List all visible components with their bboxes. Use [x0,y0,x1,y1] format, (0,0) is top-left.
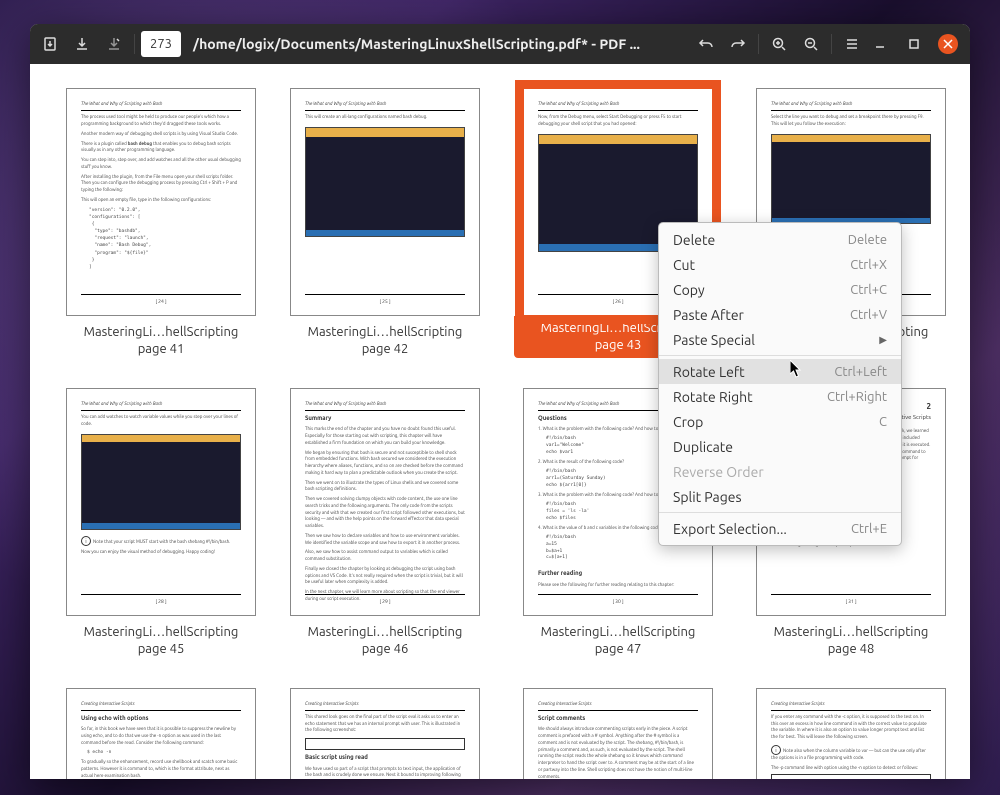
zoom-out-icon[interactable] [797,30,825,58]
thumbnail[interactable]: The What and Why of Scripting with Bash … [66,388,256,658]
cursor-icon [790,360,804,378]
ctx-paste-special[interactable]: Paste Special▶ [659,327,901,352]
thumbnail-caption: MasteringLi…hellScriptingpage 46 [308,624,463,658]
thumbnail-caption: MasteringLi…hellScriptingpage 47 [541,624,696,658]
page-preview: Creating Interactive Scripts Using echo … [66,688,256,779]
page-preview: Creating Interactive Scripts If you ente… [756,688,946,779]
chevron-right-icon: ▶ [879,334,887,346]
ctx-copy[interactable]: CopyCtrl+C [659,277,901,302]
thumbnail[interactable]: The What and Why of Scripting with Bash … [290,388,480,658]
thumbnail[interactable]: The What and Why of Scripting with Bash … [66,88,256,358]
thumbnail[interactable]: Creating Interactive Scripts Script comm… [514,688,722,779]
ctx-duplicate[interactable]: Duplicate [659,434,901,459]
ctx-cut[interactable]: CutCtrl+X [659,252,901,277]
thumbnail[interactable]: The What and Why of Scripting with Bash … [290,88,480,358]
import-icon[interactable] [36,30,64,58]
menu-icon[interactable] [838,30,866,58]
page-number-input[interactable] [141,31,181,57]
ctx-crop[interactable]: CropC [659,409,901,434]
redo-icon[interactable] [724,30,752,58]
thumbnail[interactable]: Creating Interactive Scripts This shared… [290,688,480,779]
context-menu: DeleteDelete CutCtrl+X CopyCtrl+C Paste … [658,222,902,546]
page-preview: The What and Why of Scripting with Bash … [66,388,256,616]
thumbnail-caption: MasteringLi…hellScriptingpage 45 [84,624,239,658]
window-title: /home/logix/Documents/MasteringLinuxShel… [185,36,688,52]
titlebar: /home/logix/Documents/MasteringLinuxShel… [30,24,970,64]
page-preview: Creating Interactive Scripts This shared… [290,688,480,779]
thumbnail[interactable]: Creating Interactive Scripts Using echo … [66,688,256,779]
page-preview: The What and Why of Scripting with Bash … [290,88,480,316]
ctx-split-pages[interactable]: Split Pages [659,484,901,509]
thumbnail-caption: MasteringLi…hellScriptingpage 41 [84,324,239,358]
thumbnail-caption: MasteringLi…hellScriptingpage 42 [308,324,463,358]
thumbnail-caption: MasteringLi…hellScriptingpage 48 [774,624,929,658]
thumbnail[interactable]: Creating Interactive Scripts If you ente… [756,688,946,779]
ctx-separator [659,512,901,513]
ctx-delete[interactable]: DeleteDelete [659,227,901,252]
ctx-paste-after[interactable]: Paste AfterCtrl+V [659,302,901,327]
ctx-reverse-order: Reverse Order [659,459,901,484]
ctx-rotate-left[interactable]: Rotate LeftCtrl+Left [659,359,901,384]
close-button[interactable] [938,34,958,54]
page-preview: The What and Why of Scripting with Bash … [290,388,480,616]
page-preview: The What and Why of Scripting with Bash … [66,88,256,316]
window-controls [870,34,958,54]
minimize-button[interactable] [870,34,890,54]
page-preview: Creating Interactive Scripts Script comm… [523,688,713,779]
ctx-export-selection[interactable]: Export Selection...Ctrl+E [659,516,901,541]
undo-icon[interactable] [692,30,720,58]
toolbar-separator [134,34,135,54]
ctx-rotate-right[interactable]: Rotate RightCtrl+Right [659,384,901,409]
ctx-separator [659,355,901,356]
save-icon[interactable] [68,30,96,58]
save-as-icon[interactable] [100,30,128,58]
maximize-button[interactable] [904,34,924,54]
zoom-in-icon[interactable] [765,30,793,58]
toolbar-separator [831,34,832,54]
toolbar-separator [758,34,759,54]
